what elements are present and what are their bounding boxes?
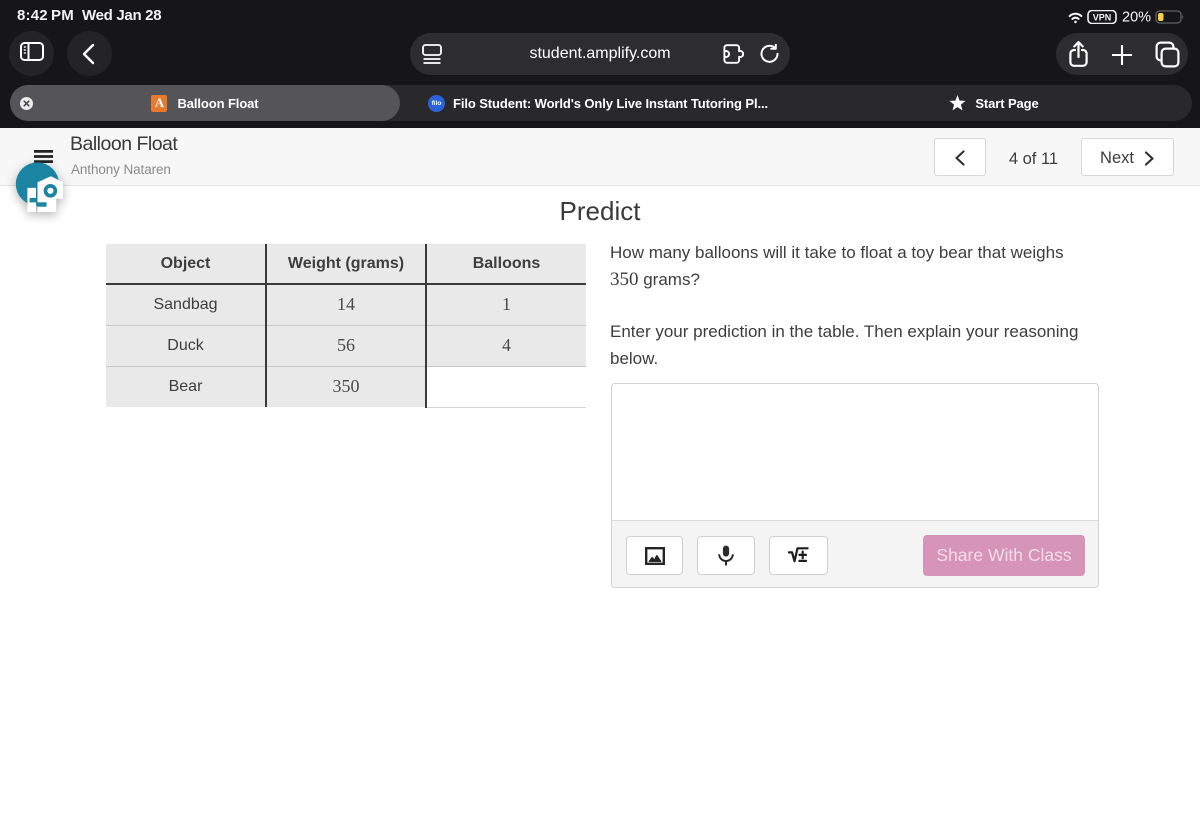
svg-text:20%: 20%	[1122, 10, 1151, 24]
svg-text:VPN: VPN	[1093, 13, 1112, 23]
